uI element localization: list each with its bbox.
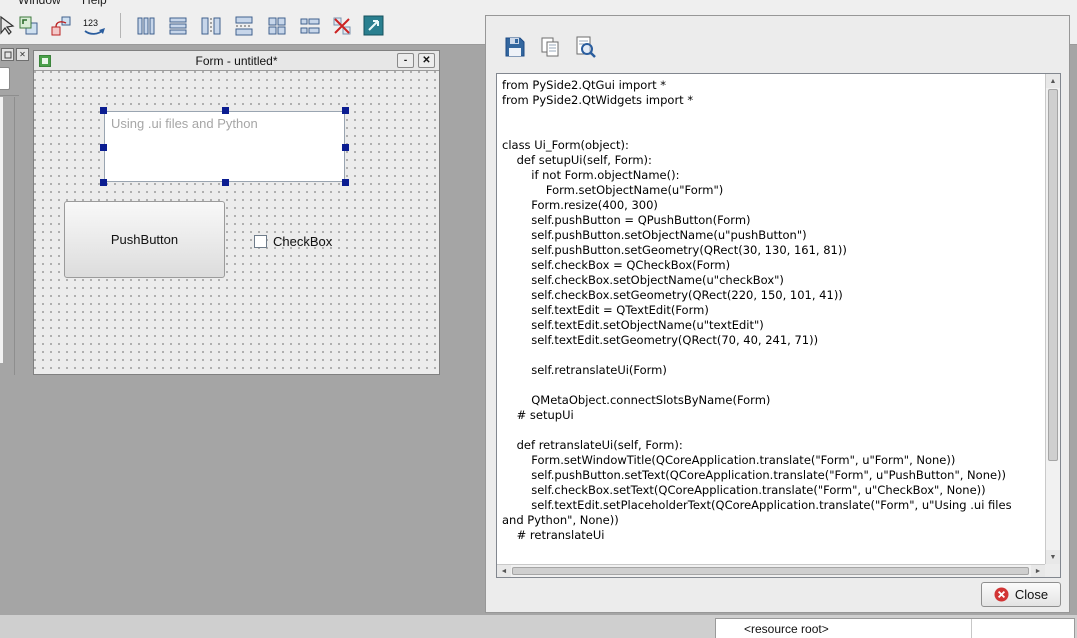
checkbox-widget[interactable]: CheckBox bbox=[254, 221, 355, 262]
selection-handle[interactable] bbox=[342, 144, 349, 151]
find-button[interactable] bbox=[572, 34, 598, 60]
form-window-icon bbox=[39, 55, 51, 70]
close-button-label: Close bbox=[1015, 587, 1048, 602]
scroll-up-button[interactable]: ▲ bbox=[1046, 74, 1060, 88]
save-icon bbox=[503, 35, 527, 59]
edit-signals-slots-icon[interactable] bbox=[47, 12, 74, 39]
form-close-button[interactable]: ✕ bbox=[418, 53, 435, 68]
resource-root-item[interactable]: <resource root> bbox=[744, 622, 829, 636]
selection-handle[interactable] bbox=[342, 107, 349, 114]
selection-handle[interactable] bbox=[342, 179, 349, 186]
find-icon bbox=[573, 35, 597, 59]
splitter-horizontal-icon[interactable] bbox=[197, 12, 224, 39]
raise-widget-icon[interactable] bbox=[15, 12, 42, 39]
resource-panel: <resource root> bbox=[715, 618, 1075, 638]
pushbutton-widget[interactable]: PushButton bbox=[64, 201, 225, 278]
splitter-vertical-icon[interactable] bbox=[230, 12, 257, 39]
svg-text:123: 123 bbox=[83, 18, 98, 28]
filter-input-fragment[interactable] bbox=[0, 67, 10, 90]
form-minimize-button[interactable]: - bbox=[397, 53, 414, 68]
checkbox-box[interactable] bbox=[254, 235, 267, 248]
selection-handle[interactable] bbox=[100, 144, 107, 151]
dock-close-button[interactable]: ✕ bbox=[16, 48, 29, 61]
bottom-strip: <resource root> bbox=[0, 615, 1077, 638]
scroll-right-button[interactable]: ► bbox=[1031, 565, 1045, 577]
break-layout-icon[interactable] bbox=[328, 12, 355, 39]
panel-divider bbox=[0, 95, 19, 96]
selection-handle[interactable] bbox=[222, 179, 229, 186]
form-window: Form - untitled* - ✕ Using .ui files and… bbox=[33, 50, 440, 375]
dock-float-button[interactable] bbox=[1, 48, 14, 61]
code-area[interactable]: from PySide2.QtGui import * from PySide2… bbox=[496, 73, 1061, 578]
menubar-item-window[interactable]: Window bbox=[18, 0, 61, 7]
scroll-down-button[interactable]: ▼ bbox=[1046, 550, 1060, 564]
copy-button[interactable] bbox=[537, 34, 563, 60]
resource-column-divider bbox=[971, 619, 972, 638]
code-preview-dialog: from PySide2.QtGui import * from PySide2… bbox=[485, 15, 1070, 613]
panel-scroll-edge bbox=[14, 97, 15, 375]
scrollbar-corner bbox=[1045, 564, 1060, 577]
form-titlebar[interactable]: Form - untitled* - ✕ bbox=[34, 51, 439, 71]
selection-handle[interactable] bbox=[100, 179, 107, 186]
panel-edge bbox=[0, 97, 3, 363]
adjust-size-icon[interactable] bbox=[360, 12, 387, 39]
selection-handle[interactable] bbox=[222, 107, 229, 114]
layout-horizontal-icon[interactable] bbox=[132, 12, 159, 39]
toolbar-separator bbox=[120, 13, 121, 38]
textedit-placeholder: Using .ui files and Python bbox=[111, 116, 258, 131]
scroll-left-button[interactable]: ◄ bbox=[497, 565, 511, 577]
layout-form-icon[interactable] bbox=[296, 12, 323, 39]
layout-grid-icon[interactable] bbox=[263, 12, 290, 39]
copy-icon bbox=[538, 35, 562, 59]
selection-handle[interactable] bbox=[100, 107, 107, 114]
form-title: Form - untitled* bbox=[34, 54, 439, 68]
menubar: Window Help bbox=[0, 0, 1077, 7]
close-circle-icon bbox=[994, 587, 1009, 602]
form-canvas[interactable]: Using .ui files and Python PushButton Ch… bbox=[34, 71, 439, 374]
dialog-toolbar bbox=[502, 34, 598, 62]
menubar-item-help[interactable]: Help bbox=[82, 0, 107, 7]
save-button[interactable] bbox=[502, 34, 528, 60]
close-button[interactable]: Close bbox=[981, 582, 1061, 607]
vertical-scrollbar[interactable]: ▲ ▼ bbox=[1045, 74, 1060, 564]
checkbox-label: CheckBox bbox=[273, 234, 332, 249]
vertical-scrollbar-thumb[interactable] bbox=[1048, 89, 1058, 461]
textedit-widget[interactable]: Using .ui files and Python bbox=[104, 111, 345, 182]
horizontal-scrollbar[interactable]: ◄ ► bbox=[497, 564, 1045, 577]
code-text: from PySide2.QtGui import * from PySide2… bbox=[497, 74, 1044, 563]
horizontal-scrollbar-thumb[interactable] bbox=[512, 567, 1029, 575]
edit-tab-order-icon[interactable]: 123 bbox=[80, 12, 107, 39]
layout-vertical-icon[interactable] bbox=[164, 12, 191, 39]
